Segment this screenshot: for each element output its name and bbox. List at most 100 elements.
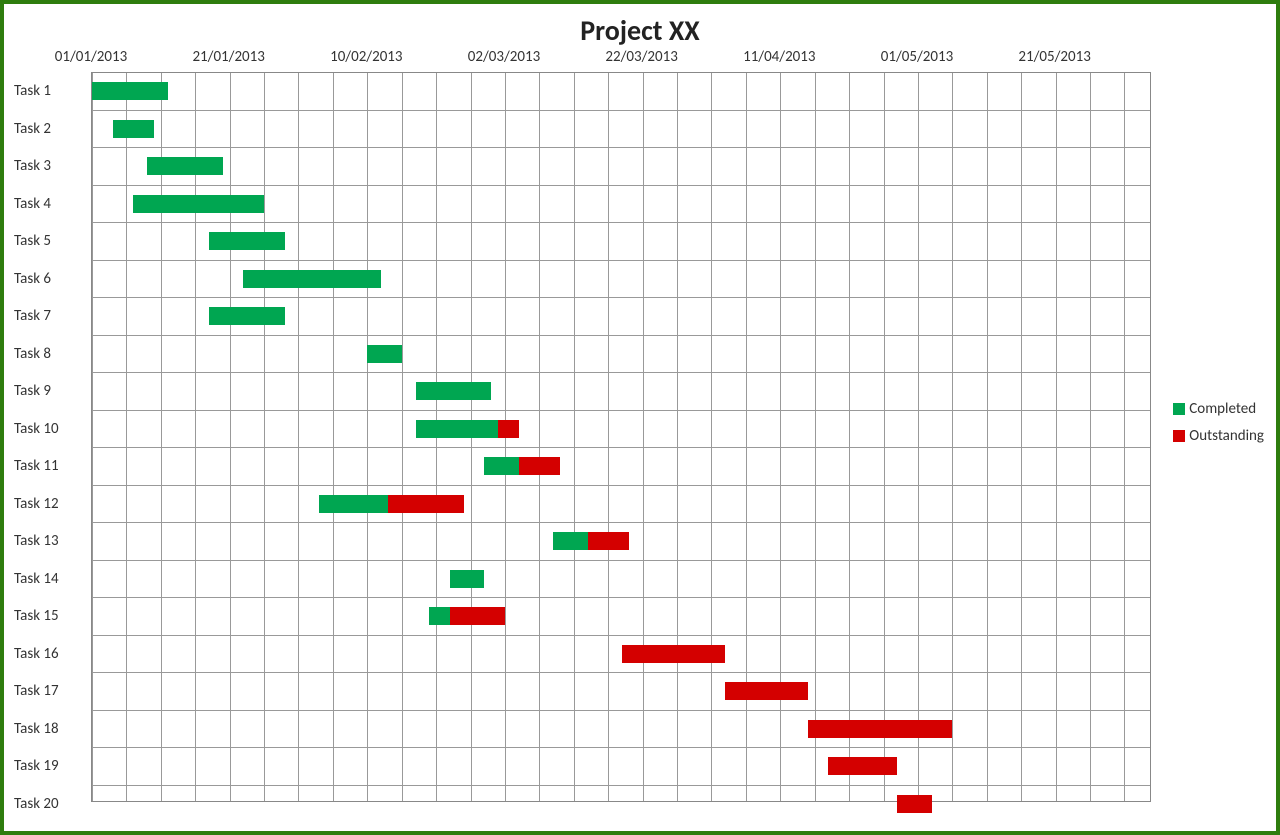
x-axis-tick-label: 22/03/2013 <box>605 48 677 66</box>
x-axis-tick-label: 11/04/2013 <box>743 48 815 66</box>
task-bar-completed <box>243 270 381 288</box>
task-bar-completed <box>319 495 388 513</box>
task-bar <box>416 420 519 438</box>
gantt-row: Task 1 <box>92 73 1150 110</box>
task-bar <box>147 157 223 175</box>
task-label: Task 9 <box>14 382 92 400</box>
gantt-row: Task 3 <box>92 147 1150 185</box>
task-bar-completed <box>416 420 499 438</box>
x-axis-labels: 01/01/201321/01/201310/02/201302/03/2013… <box>16 48 1151 72</box>
task-bar <box>808 720 953 738</box>
task-bar-completed <box>133 195 264 213</box>
task-label: Task 7 <box>14 307 92 325</box>
task-bar <box>416 382 492 400</box>
gantt-row: Task 19 <box>92 747 1150 785</box>
gantt-row: Task 12 <box>92 485 1150 523</box>
completed-color-icon <box>1173 403 1185 415</box>
gantt-row: Task 7 <box>92 297 1150 335</box>
task-bar <box>429 607 505 625</box>
task-bar-outstanding <box>388 495 464 513</box>
x-axis-tick-label: 02/03/2013 <box>468 48 540 66</box>
task-bar-outstanding <box>519 457 560 475</box>
task-bar-completed <box>484 457 518 475</box>
chart-frame: Project XX 01/01/201321/01/201310/02/201… <box>0 0 1280 835</box>
legend: Completed Outstanding <box>1173 397 1264 454</box>
chart-body: 01/01/201321/01/201310/02/201302/03/2013… <box>16 48 1264 802</box>
gantt-row: Task 4 <box>92 185 1150 223</box>
task-bar-completed <box>209 232 285 250</box>
gantt-row: Task 5 <box>92 222 1150 260</box>
task-bar <box>828 757 897 775</box>
x-axis-tick-label: 01/05/2013 <box>881 48 953 66</box>
gantt-row: Task 15 <box>92 597 1150 635</box>
task-bar <box>113 120 154 138</box>
task-bar-outstanding <box>725 682 808 700</box>
gantt-row: Task 13 <box>92 522 1150 560</box>
task-label: Task 14 <box>14 570 92 588</box>
gantt-row: Task 14 <box>92 560 1150 598</box>
task-bar <box>450 570 484 588</box>
task-bar <box>897 795 931 813</box>
gantt-plot: Task 1Task 2Task 3Task 4Task 5Task 6Task… <box>91 72 1151 802</box>
task-bar-completed <box>367 345 401 363</box>
task-label: Task 8 <box>14 345 92 363</box>
outstanding-color-icon <box>1173 430 1185 442</box>
task-bar <box>92 82 168 100</box>
task-label: Task 1 <box>14 82 92 100</box>
legend-outstanding-label: Outstanding <box>1189 427 1264 445</box>
task-label: Task 15 <box>14 607 92 625</box>
task-label: Task 3 <box>14 157 92 175</box>
task-bar-completed <box>147 157 223 175</box>
task-label: Task 19 <box>14 757 92 775</box>
task-label: Task 6 <box>14 270 92 288</box>
task-bar-completed <box>553 532 587 550</box>
task-bar <box>209 232 285 250</box>
task-bar <box>243 270 381 288</box>
task-bar <box>133 195 264 213</box>
x-axis-tick-label: 10/02/2013 <box>330 48 402 66</box>
task-label: Task 2 <box>14 120 92 138</box>
gantt-row: Task 17 <box>92 672 1150 710</box>
task-bar <box>725 682 808 700</box>
chart-title: Project XX <box>16 14 1264 48</box>
task-bar-outstanding <box>498 420 519 438</box>
task-label: Task 17 <box>14 682 92 700</box>
gantt-row: Task 9 <box>92 372 1150 410</box>
task-bar <box>209 307 285 325</box>
task-bar-completed <box>209 307 285 325</box>
legend-completed-label: Completed <box>1189 400 1256 418</box>
gantt-row: Task 11 <box>92 447 1150 485</box>
task-label: Task 10 <box>14 420 92 438</box>
task-bar-completed <box>429 607 450 625</box>
task-bar-completed <box>416 382 492 400</box>
x-axis-tick-label: 21/05/2013 <box>1018 48 1090 66</box>
legend-item-outstanding: Outstanding <box>1173 427 1264 445</box>
task-bar-outstanding <box>588 532 629 550</box>
gantt-row: Task 6 <box>92 260 1150 298</box>
task-label: Task 4 <box>14 195 92 213</box>
task-bar <box>367 345 401 363</box>
gantt-row: Task 10 <box>92 410 1150 448</box>
task-bar <box>484 457 560 475</box>
task-bar-outstanding <box>897 795 931 813</box>
gantt-row: Task 8 <box>92 335 1150 373</box>
task-label: Task 20 <box>14 795 92 813</box>
task-bar-completed <box>92 82 168 100</box>
task-bar <box>319 495 464 513</box>
task-bar-outstanding <box>828 757 897 775</box>
gantt-row: Task 18 <box>92 710 1150 748</box>
task-label: Task 12 <box>14 495 92 513</box>
task-bar <box>553 532 629 550</box>
x-axis-tick-label: 01/01/2013 <box>55 48 127 66</box>
task-bar-outstanding <box>622 645 725 663</box>
task-label: Task 5 <box>14 232 92 250</box>
task-bar-completed <box>450 570 484 588</box>
task-bar-completed <box>113 120 154 138</box>
chart-area: 01/01/201321/01/201310/02/201302/03/2013… <box>16 48 1155 802</box>
task-label: Task 16 <box>14 645 92 663</box>
task-label: Task 11 <box>14 457 92 475</box>
gantt-row: Task 2 <box>92 110 1150 148</box>
task-bar-outstanding <box>450 607 505 625</box>
gantt-row: Task 20 <box>92 785 1150 823</box>
gantt-rows: Task 1Task 2Task 3Task 4Task 5Task 6Task… <box>92 73 1150 822</box>
